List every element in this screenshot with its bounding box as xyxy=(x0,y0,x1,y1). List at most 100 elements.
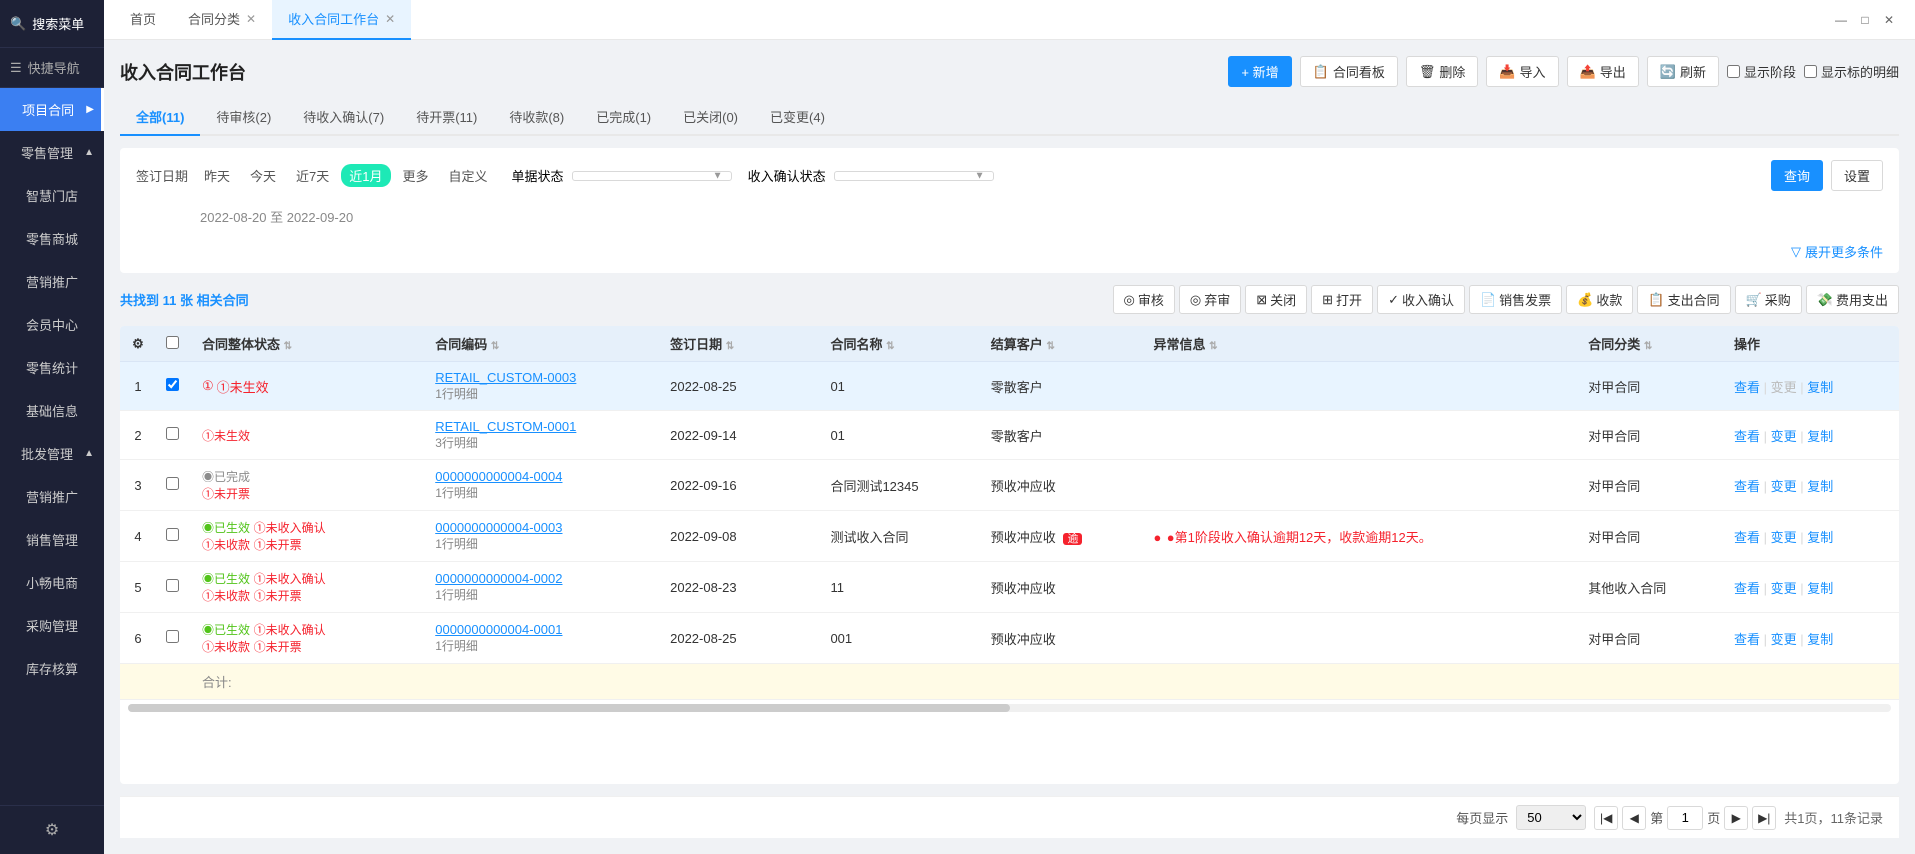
op-copy[interactable]: 复制 xyxy=(1807,380,1833,395)
sales-invoice-btn[interactable]: 📄 销售发票 xyxy=(1469,285,1562,314)
row-select-checkbox[interactable] xyxy=(166,427,179,440)
tab-income-workbench[interactable]: 收入合同工作台 ✕ xyxy=(272,0,411,40)
sidebar-item-wholesale-mgmt[interactable]: 批发管理 ▲ xyxy=(0,432,104,475)
status-select[interactable]: ▼ xyxy=(572,171,732,181)
contract-code-link[interactable]: 0000000000004-0002 xyxy=(435,571,562,586)
op-copy[interactable]: 复制 xyxy=(1807,530,1833,545)
filter-tab-pending-review[interactable]: 待审核(2) xyxy=(200,99,287,136)
contract-code-link[interactable]: 0000000000004-0003 xyxy=(435,520,562,535)
sort-icon-7[interactable]: ⇅ xyxy=(1644,341,1652,352)
payment-btn[interactable]: 💰 收款 xyxy=(1566,285,1633,314)
sidebar-item-project[interactable]: 项目合同 ▶ xyxy=(0,88,104,131)
sort-icon-2[interactable]: ⇅ xyxy=(491,341,499,352)
sidebar-item-smart-store[interactable]: 智慧门店 xyxy=(0,174,104,217)
sidebar-item-marketing[interactable]: 营销推广 xyxy=(0,260,104,303)
minimize-button[interactable]: — xyxy=(1833,12,1849,28)
row-select-checkbox[interactable] xyxy=(166,630,179,643)
op-change[interactable]: 变更 xyxy=(1771,479,1797,494)
tab-close-income-workbench[interactable]: ✕ xyxy=(385,12,395,26)
contract-code-link[interactable]: 0000000000004-0001 xyxy=(435,622,562,637)
contract-code-link[interactable]: RETAIL_CUSTOM-0001 xyxy=(435,419,576,434)
import-button[interactable]: 📥 导入 xyxy=(1486,56,1558,87)
op-view[interactable]: 查看 xyxy=(1734,581,1760,596)
sidebar-item-retail-mgmt[interactable]: 零售管理 ▲ xyxy=(0,131,104,174)
row-select-checkbox[interactable] xyxy=(166,579,179,592)
sidebar-item-retail-stats[interactable]: 零售统计 xyxy=(0,346,104,389)
col-settings[interactable]: ⚙ xyxy=(120,326,156,362)
show-segments-checkbox[interactable]: 显示阶段 xyxy=(1727,62,1796,81)
first-page-btn[interactable]: |◀ xyxy=(1594,806,1618,830)
filter-tab-pending-invoice[interactable]: 待开票(11) xyxy=(400,99,493,136)
op-view[interactable]: 查看 xyxy=(1734,479,1760,494)
sort-icon-4[interactable]: ⇅ xyxy=(886,341,894,352)
sort-icon[interactable]: ⇅ xyxy=(284,341,292,352)
tab-contract-type[interactable]: 合同分类 ✕ xyxy=(172,0,272,40)
sidebar-item-retail-mall[interactable]: 零售商城 xyxy=(0,217,104,260)
setting-button[interactable]: 设置 xyxy=(1831,160,1883,191)
sidebar-item-purchase[interactable]: 采购管理 xyxy=(0,604,104,647)
income-confirm-btn[interactable]: ✓ 收入确认 xyxy=(1377,285,1465,314)
close-button[interactable]: ✕ xyxy=(1881,12,1897,28)
filter-tab-closed[interactable]: 已关闭(0) xyxy=(667,99,754,136)
query-button[interactable]: 查询 xyxy=(1771,160,1823,191)
maximize-button[interactable]: □ xyxy=(1857,12,1873,28)
gear-icon[interactable]: ⚙ xyxy=(45,820,59,840)
contract-board-button[interactable]: 📋 合同看板 xyxy=(1300,56,1398,87)
export-button[interactable]: 📤 导出 xyxy=(1567,56,1639,87)
tab-home[interactable]: 首页 xyxy=(114,0,172,40)
filter-tab-changed[interactable]: 已变更(4) xyxy=(754,99,841,136)
page-input[interactable] xyxy=(1667,806,1703,830)
contract-code-link[interactable]: RETAIL_CUSTOM-0003 xyxy=(435,370,576,385)
income-confirm-select[interactable]: ▼ xyxy=(834,171,994,181)
contract-code-link[interactable]: 0000000000004-0004 xyxy=(435,469,562,484)
refresh-button[interactable]: 🔄 刷新 xyxy=(1647,56,1719,87)
purchase-btn[interactable]: 🛒 采购 xyxy=(1735,285,1802,314)
expand-more-btn[interactable]: ▽ 展开更多条件 xyxy=(1791,242,1883,261)
sidebar-item-inventory[interactable]: 库存核算 xyxy=(0,647,104,690)
op-copy[interactable]: 复制 xyxy=(1807,581,1833,596)
row-select-checkbox[interactable] xyxy=(166,378,179,391)
date-btn-yesterday[interactable]: 昨天 xyxy=(196,164,238,187)
sidebar-item-xiaochang[interactable]: 小畅电商 xyxy=(0,561,104,604)
op-change[interactable]: 变更 xyxy=(1771,581,1797,596)
out-contract-btn[interactable]: 📋 支出合同 xyxy=(1637,285,1730,314)
filter-tab-pending-payment[interactable]: 待收款(8) xyxy=(493,99,580,136)
select-all-checkbox[interactable] xyxy=(166,336,179,349)
tab-close-contract-type[interactable]: ✕ xyxy=(246,12,256,26)
sidebar-item-member[interactable]: 会员中心 xyxy=(0,303,104,346)
op-copy[interactable]: 复制 xyxy=(1807,429,1833,444)
date-btn-custom[interactable]: 自定义 xyxy=(441,164,496,187)
date-btn-last7[interactable]: 近7天 xyxy=(288,164,337,187)
delete-button[interactable]: 🗑 删除 xyxy=(1406,56,1479,87)
sort-icon-6[interactable]: ⇅ xyxy=(1209,341,1217,352)
open-btn[interactable]: ⊞ 打开 xyxy=(1311,285,1373,314)
last-page-btn[interactable]: ▶| xyxy=(1752,806,1776,830)
row-select-checkbox[interactable] xyxy=(166,528,179,541)
op-copy[interactable]: 复制 xyxy=(1807,479,1833,494)
next-page-btn[interactable]: ▶ xyxy=(1724,806,1748,830)
filter-tab-pending-income[interactable]: 待收入确认(7) xyxy=(287,99,400,136)
filter-tab-completed[interactable]: 已完成(1) xyxy=(580,99,667,136)
sort-icon-3[interactable]: ⇅ xyxy=(726,341,734,352)
prev-page-btn[interactable]: ◀ xyxy=(1622,806,1646,830)
review-btn[interactable]: ◎ 审核 xyxy=(1113,285,1175,314)
quick-nav-item[interactable]: ☰ 快捷导航 xyxy=(0,48,104,88)
sidebar-item-basic-info[interactable]: 基础信息 xyxy=(0,389,104,432)
op-copy[interactable]: 复制 xyxy=(1807,632,1833,647)
op-view[interactable]: 查看 xyxy=(1734,530,1760,545)
row-select-checkbox[interactable] xyxy=(166,477,179,490)
fee-out-btn[interactable]: 💸 费用支出 xyxy=(1806,285,1899,314)
sort-icon-5[interactable]: ⇅ xyxy=(1046,341,1054,352)
abandon-btn[interactable]: ◎ 弃审 xyxy=(1179,285,1241,314)
filter-tab-all[interactable]: 全部(11) xyxy=(120,99,200,136)
date-btn-more[interactable]: 更多 xyxy=(395,164,437,187)
op-change[interactable]: 变更 xyxy=(1771,530,1797,545)
op-change[interactable]: 变更 xyxy=(1771,429,1797,444)
show-details-checkbox[interactable]: 显示标的明细 xyxy=(1804,62,1899,81)
op-view[interactable]: 查看 xyxy=(1734,380,1760,395)
sidebar-item-sales-marketing[interactable]: 营销推广 xyxy=(0,475,104,518)
new-button[interactable]: + 新增 xyxy=(1228,56,1291,87)
date-btn-today[interactable]: 今天 xyxy=(242,164,284,187)
date-btn-last1month[interactable]: 近1月 xyxy=(341,164,390,187)
close-contract-btn[interactable]: ⊠ 关闭 xyxy=(1245,285,1307,314)
